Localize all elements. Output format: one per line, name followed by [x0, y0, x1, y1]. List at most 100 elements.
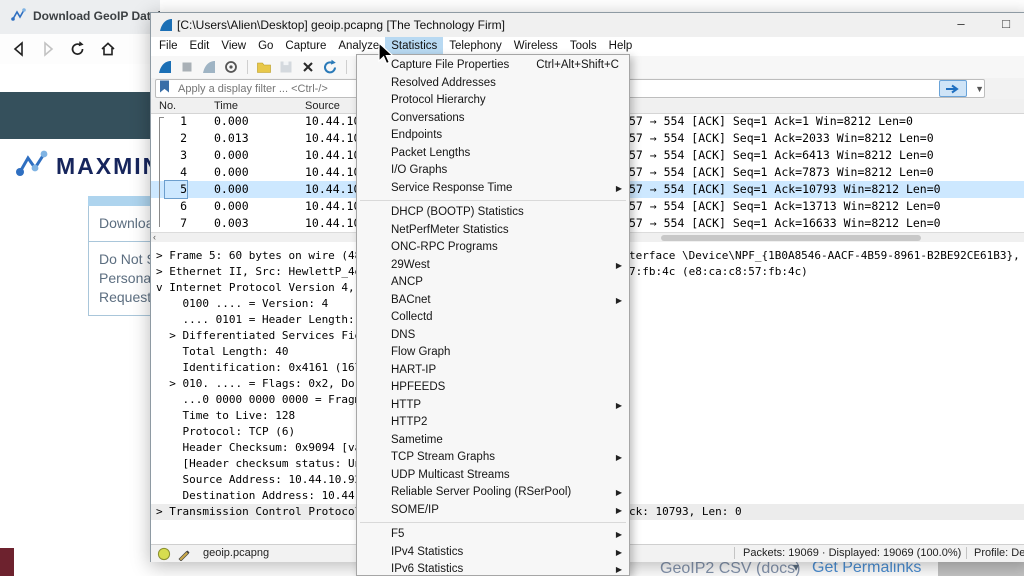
detail-text-right: terface \Device\NPF_{1B0A8546-AACF-4B59-… [629, 249, 1024, 262]
maxmind-logo-icon [16, 148, 50, 185]
detail-text: ...0 0000 0000 0000 = Fragm [156, 393, 362, 406]
capture-comment-icon[interactable] [177, 547, 191, 564]
restart-capture-icon[interactable] [199, 58, 219, 76]
menu-item-netperfmeter-statistics[interactable]: NetPerfMeter Statistics [357, 222, 629, 240]
capture-options-icon[interactable] [221, 58, 241, 76]
apply-filter-button[interactable] [939, 80, 968, 97]
menu-item-packet-lengths[interactable]: Packet Lengths [357, 145, 629, 163]
status-divider [734, 547, 735, 559]
page-header-band [0, 92, 160, 139]
menu-item-conversations[interactable]: Conversations [357, 110, 629, 128]
menu-item-dns[interactable]: DNS [357, 327, 629, 345]
menu-item-udp-multicast-streams[interactable]: UDP Multicast Streams [357, 467, 629, 485]
menu-item-ipv4-statistics[interactable]: IPv4 Statistics ▶ [357, 544, 629, 562]
menu-item-tcp-stream-graphs[interactable]: TCP Stream Graphs ▶ [357, 449, 629, 467]
column-no[interactable]: No. [159, 100, 176, 112]
maximize-button[interactable]: □ [989, 13, 1023, 37]
profile-label[interactable]: Profile: Default [974, 547, 1024, 559]
column-time[interactable]: Time [214, 100, 238, 112]
reload-file-icon[interactable] [320, 58, 340, 76]
cell-time: 0.000 [214, 199, 249, 213]
column-source[interactable]: Source [305, 100, 340, 112]
cell-info: 57 → 554 [ACK] Seq=1 Ack=7873 Win=8212 L… [629, 165, 934, 179]
cell-no: 1 [180, 114, 187, 128]
menu-item-label: IPv6 Statistics [391, 563, 464, 575]
menu-item-bacnet[interactable]: BACnet ▶ [357, 292, 629, 310]
title-bar[interactable]: [C:\Users\Alien\Desktop] geoip.pcapng [T… [151, 13, 1024, 37]
menu-item-f5[interactable]: F5 ▶ [357, 526, 629, 544]
detail-text: Total Length: 40 [156, 345, 289, 358]
packet-counts: Packets: 19069 · Displayed: 19069 (100.0… [743, 547, 962, 559]
maxmind-favicon-icon [11, 7, 27, 28]
minimize-button[interactable]: – [944, 13, 978, 37]
menu-item-dhcp-bootp-statistics[interactable]: DHCP (BOOTP) Statistics [357, 204, 629, 222]
menu-item-label: HPFEEDS [391, 381, 446, 393]
menu-item-flow-graph[interactable]: Flow Graph [357, 344, 629, 362]
menu-file[interactable]: File [153, 37, 184, 56]
cell-no: 3 [180, 148, 187, 162]
menu-item-some-ip[interactable]: SOME/IP ▶ [357, 502, 629, 520]
page-footer-block [0, 548, 14, 576]
close-file-icon[interactable] [298, 58, 318, 76]
menu-item-label: Endpoints [391, 129, 443, 141]
detail-text: .... 0101 = Header Length: [156, 313, 355, 326]
related-packets-bracket [159, 117, 160, 227]
detail-text: Destination Address: 10.44. [156, 489, 362, 502]
menu-go[interactable]: Go [252, 37, 279, 56]
cell-time: 0.000 [214, 148, 249, 162]
menu-capture[interactable]: Capture [279, 37, 332, 56]
menu-item-ipv6-statistics[interactable]: IPv6 Statistics ▶ [357, 561, 629, 576]
mouse-cursor [378, 41, 400, 73]
menu-item-hart-ip[interactable]: HART-IP [357, 362, 629, 380]
home-icon[interactable] [97, 38, 119, 60]
filter-expression-caret-icon[interactable]: ▼ [975, 84, 984, 94]
save-file-icon[interactable] [276, 58, 296, 76]
menu-item-http[interactable]: HTTP ▶ [357, 397, 629, 415]
detail-text: Header Checksum: 0x9094 [va [156, 441, 362, 454]
menu-item-protocol-hierarchy[interactable]: Protocol Hierarchy [357, 92, 629, 110]
menu-edit[interactable]: Edit [184, 37, 216, 56]
submenu-arrow-icon: ▶ [615, 295, 622, 305]
detail-text-right: ck: 10793, Len: 0 [629, 505, 742, 518]
menu-item-i-o-graphs[interactable]: I/O Graphs [357, 162, 629, 180]
cell-no: 4 [180, 165, 187, 179]
submenu-arrow-icon: ▶ [615, 505, 622, 515]
menu-item-endpoints[interactable]: Endpoints [357, 127, 629, 145]
menu-item-label: DNS [391, 328, 416, 341]
refresh-icon[interactable] [67, 38, 89, 60]
menu-item-label: TCP Stream Graphs [391, 451, 495, 463]
submenu-arrow-icon: ▶ [615, 453, 622, 462]
menu-item-http2[interactable]: HTTP2 [357, 414, 629, 432]
bookmark-icon[interactable] [158, 79, 172, 99]
forward-icon[interactable] [37, 38, 59, 60]
menu-item-29west[interactable]: 29West ▶ [357, 257, 629, 275]
chevron-down-icon[interactable]: ▾ [793, 560, 799, 574]
menu-item-label: Packet Lengths [391, 146, 471, 159]
menu-item-service-response-time[interactable]: Service Response Time ▶ [357, 180, 629, 198]
stop-capture-icon[interactable] [177, 58, 197, 76]
open-file-icon[interactable] [254, 58, 274, 76]
menu-item-label: HTTP2 [391, 416, 428, 428]
cell-info: 57 → 554 [ACK] Seq=1 Ack=10793 Win=8212 … [629, 182, 941, 196]
expert-info-icon[interactable] [157, 547, 171, 564]
menu-item-resolved-addresses[interactable]: Resolved Addresses [357, 75, 629, 93]
menu-item-collectd[interactable]: Collectd [357, 309, 629, 327]
cell-no: 2 [180, 131, 187, 145]
menu-item-sametime[interactable]: Sametime [357, 432, 629, 450]
scrollbar-thumb[interactable] [661, 235, 921, 241]
menu-item-label: SOME/IP [391, 503, 439, 516]
menu-item-ancp[interactable]: ANCP [357, 274, 629, 292]
capture-file-name[interactable]: geoip.pcapng [203, 547, 269, 559]
menu-item-reliable-server-pooling-rserpool[interactable]: Reliable Server Pooling (RSerPool) ▶ [357, 484, 629, 502]
start-capture-icon[interactable] [155, 58, 175, 76]
detail-text: > Ethernet II, Src: HewlettP_4e [156, 265, 362, 278]
back-icon[interactable] [8, 38, 30, 60]
menu-item-label: NetPerfMeter Statistics [391, 223, 509, 236]
menu-item-label: Service Response Time [391, 181, 513, 194]
geoip2-csv-link[interactable]: GeoIP2 CSV (docs) [660, 560, 801, 576]
menu-item-hpfeeds[interactable]: HPFEEDS [357, 379, 629, 397]
menu-item-onc-rpc-programs[interactable]: ONC-RPC Programs [357, 239, 629, 257]
scroll-left-icon[interactable]: ‹ [153, 233, 156, 242]
statistics-menu: Capture File Properties Ctrl+Alt+Shift+C R… [356, 54, 630, 576]
menu-view[interactable]: View [215, 37, 252, 56]
